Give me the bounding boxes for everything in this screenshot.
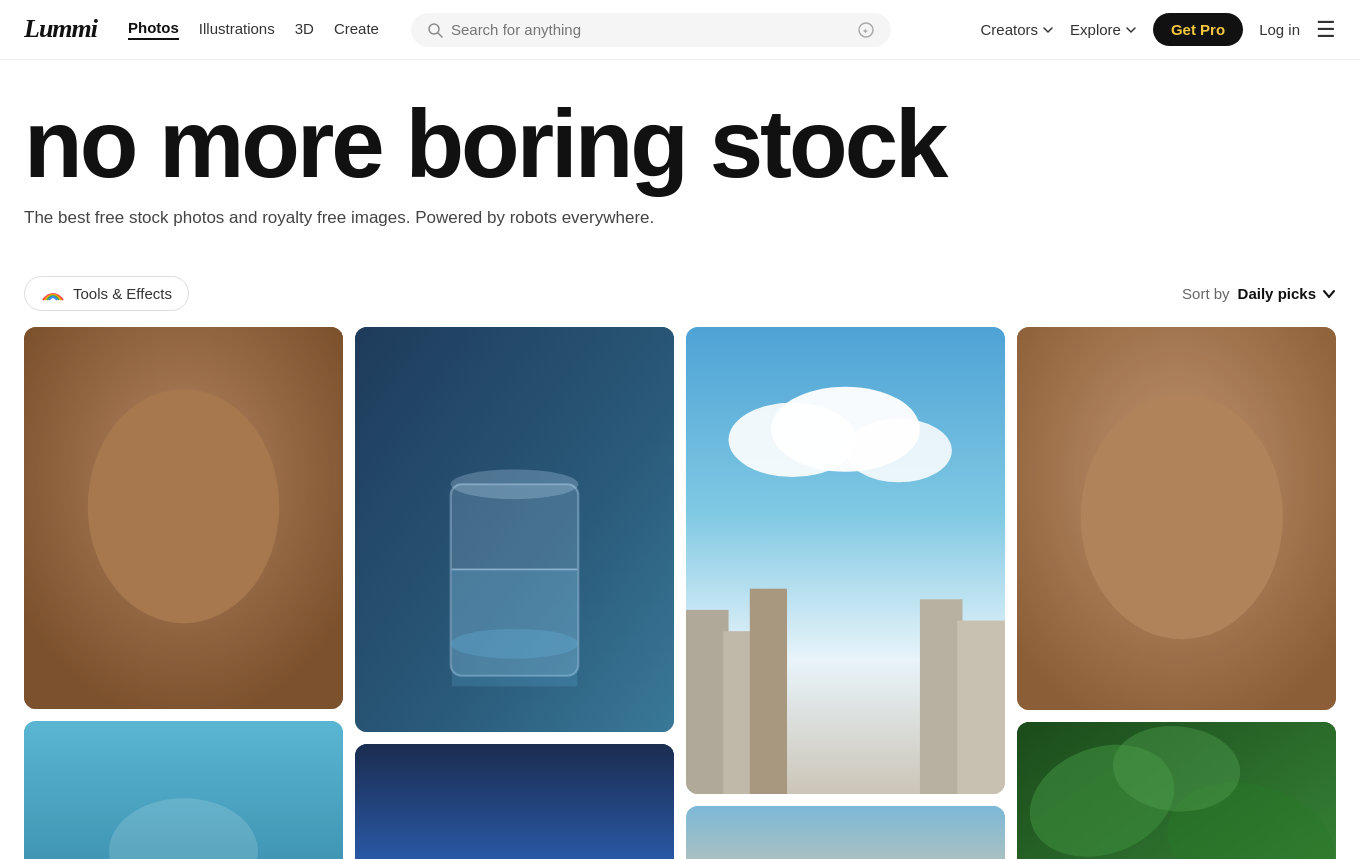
svg-rect-24 — [920, 599, 963, 794]
photo-woman-face-img — [1017, 327, 1336, 710]
photo-card[interactable] — [24, 721, 343, 859]
photo-city-low-img — [686, 806, 1005, 859]
svg-rect-26 — [686, 806, 1005, 859]
photo-sky-img — [686, 327, 1005, 794]
sort-dropdown[interactable]: Daily picks — [1238, 285, 1336, 302]
nav-3d[interactable]: 3D — [295, 20, 314, 39]
photo-blue-img — [355, 744, 674, 859]
photo-card[interactable] — [355, 744, 674, 859]
toolbar: Tools & Effects Sort by Daily picks — [0, 276, 1360, 311]
nav-illustrations[interactable]: Illustrations — [199, 20, 275, 39]
explore-dropdown[interactable]: Explore — [1070, 21, 1137, 38]
ai-icon: ✦ — [857, 21, 875, 39]
chevron-down-icon — [1042, 24, 1054, 36]
photo-col-1 — [24, 327, 343, 859]
photo-card[interactable] — [1017, 722, 1336, 859]
get-pro-button[interactable]: Get Pro — [1153, 13, 1243, 46]
sort-area: Sort by Daily picks — [1182, 285, 1336, 302]
svg-rect-29 — [1017, 327, 1336, 710]
hamburger-menu[interactable]: ☰ — [1316, 17, 1336, 43]
search-icon — [427, 22, 443, 38]
photo-col-3 — [686, 327, 1005, 859]
photo-card[interactable] — [24, 327, 343, 709]
nav-links: Photos Illustrations 3D Create — [128, 19, 379, 40]
nav-create[interactable]: Create — [334, 20, 379, 39]
svg-rect-25 — [957, 621, 1005, 794]
svg-rect-21 — [686, 610, 729, 794]
rainbow-icon — [41, 286, 65, 302]
login-button[interactable]: Log in — [1259, 21, 1300, 38]
navbar: Lummi Photos Illustrations 3D Create ✦ C… — [0, 0, 1360, 60]
photo-leaves-img — [1017, 722, 1336, 859]
search-input[interactable] — [451, 21, 849, 38]
hero-subtitle: The best free stock photos and royalty f… — [24, 208, 1336, 228]
photo-man-face-img — [24, 327, 343, 709]
svg-point-20 — [846, 419, 952, 483]
hero-title: no more boring stock — [24, 96, 1336, 192]
hero-section: no more boring stock The best free stock… — [0, 60, 1360, 276]
photo-glass-img — [355, 327, 674, 732]
svg-line-2 — [438, 33, 442, 37]
creators-dropdown[interactable]: Creators — [981, 21, 1055, 38]
photo-card[interactable] — [686, 327, 1005, 794]
svg-text:✦: ✦ — [861, 27, 868, 36]
photo-card[interactable] — [686, 806, 1005, 859]
search-bar[interactable]: ✦ — [411, 13, 891, 47]
chevron-down-icon — [1322, 287, 1336, 301]
photo-card[interactable] — [1017, 327, 1336, 710]
photo-card[interactable] — [355, 327, 674, 732]
chevron-down-icon — [1125, 24, 1137, 36]
svg-point-12 — [451, 469, 579, 499]
svg-rect-23 — [750, 589, 787, 794]
svg-text:Lummi: Lummi — [24, 14, 99, 43]
photo-grid — [0, 327, 1360, 859]
photo-swimmer-img — [24, 721, 343, 859]
logo[interactable]: Lummi — [24, 11, 104, 49]
tools-effects-button[interactable]: Tools & Effects — [24, 276, 189, 311]
svg-rect-14 — [452, 569, 577, 686]
logo-svg: Lummi — [24, 11, 104, 43]
svg-rect-7 — [24, 327, 343, 709]
photo-col-2 — [355, 327, 674, 859]
nav-right: Creators Explore Get Pro Log in ☰ — [981, 13, 1336, 46]
svg-rect-16 — [355, 744, 674, 859]
nav-photos[interactable]: Photos — [128, 19, 179, 40]
photo-col-4 — [1017, 327, 1336, 859]
